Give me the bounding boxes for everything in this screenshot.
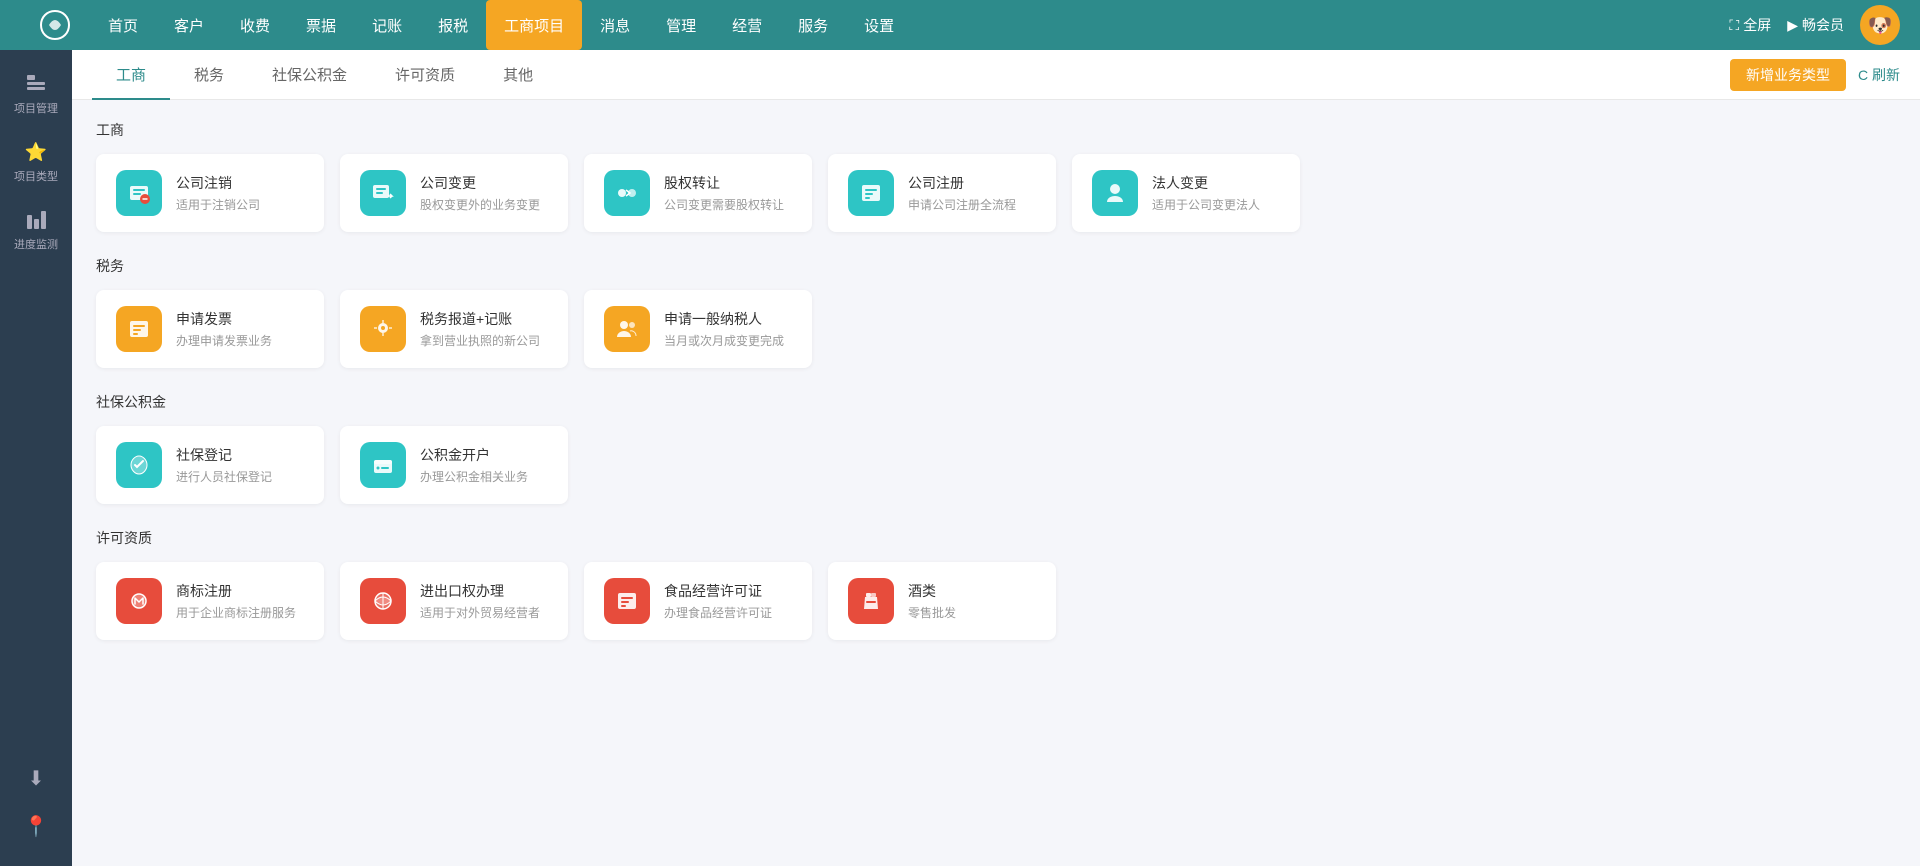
general-taxpayer-text: 申请一般纳税人 当月或次月成变更完成 bbox=[664, 309, 792, 350]
social-register-icon bbox=[116, 442, 162, 488]
section-title-social: 社保公积金 bbox=[96, 392, 1896, 412]
company-change-text: 公司变更 股权变更外的业务变更 bbox=[420, 173, 548, 214]
tab-bar: 工商 税务 社保公积金 许可资质 其他 新增业务类型 C 刷新 bbox=[72, 50, 1920, 100]
card-general-taxpayer[interactable]: 申请一般纳税人 当月或次月成变更完成 bbox=[584, 290, 812, 368]
nav-invoice[interactable]: 票据 bbox=[288, 0, 354, 50]
nav-service[interactable]: 服务 bbox=[780, 0, 846, 50]
card-fund-account[interactable]: 公积金开户 办理公积金相关业务 bbox=[340, 426, 568, 504]
card-company-change[interactable]: 公司变更 股权变更外的业务变更 bbox=[340, 154, 568, 232]
tab-actions: 新增业务类型 C 刷新 bbox=[1730, 59, 1900, 91]
card-social-register[interactable]: 社保登记 进行人员社保登记 bbox=[96, 426, 324, 504]
download-icon[interactable]: ⬇ bbox=[16, 758, 56, 798]
project-manage-icon bbox=[24, 72, 48, 96]
tab-social-insurance[interactable]: 社保公积金 bbox=[248, 50, 371, 100]
business-cards-grid: 公司注销 适用于注销公司 公司变更 bbox=[96, 154, 1896, 232]
food-license-icon bbox=[604, 578, 650, 624]
project-type-icon: ⭐ bbox=[24, 140, 48, 164]
import-export-text: 进出口权办理 适用于对外贸易经营者 bbox=[420, 581, 548, 622]
company-cancel-text: 公司注销 适用于注销公司 bbox=[176, 173, 304, 214]
mascot-avatar[interactable]: 🐶 bbox=[1860, 5, 1900, 45]
nav-tax[interactable]: 报税 bbox=[420, 0, 486, 50]
company-cancel-icon bbox=[116, 170, 162, 216]
location-icon[interactable]: 📍 bbox=[16, 806, 56, 846]
card-tax-report[interactable]: 税务报道+记账 拿到营业执照的新公司 bbox=[340, 290, 568, 368]
nav-message[interactable]: 消息 bbox=[582, 0, 648, 50]
general-taxpayer-icon bbox=[604, 306, 650, 352]
refresh-button[interactable]: C 刷新 bbox=[1858, 65, 1900, 85]
equity-transfer-text: 股权转让 公司变更需要股权转让 bbox=[664, 173, 792, 214]
card-trademark[interactable]: 商标注册 用于企业商标注册服务 bbox=[96, 562, 324, 640]
content-area: 工商 税务 社保公积金 许可资质 其他 新增业务类型 C 刷新 工商 bbox=[72, 50, 1920, 866]
social-cards-grid: 社保登记 进行人员社保登记 公积金开户 bbox=[96, 426, 1896, 504]
card-company-register[interactable]: 公司注册 申请公司注册全流程 bbox=[828, 154, 1056, 232]
sidebar-item-project-type[interactable]: ⭐ 项目类型 bbox=[0, 128, 72, 196]
tab-other[interactable]: 其他 bbox=[479, 50, 557, 100]
nav-business[interactable]: 工商项目 bbox=[486, 0, 582, 50]
tax-report-icon bbox=[360, 306, 406, 352]
tax-cards-grid: 申请发票 办理申请发票业务 税务报道+记账 拿到营业执照的新公 bbox=[96, 290, 1896, 368]
sidebar-item-project-manage[interactable]: 项目管理 bbox=[0, 60, 72, 128]
top-navigation: 首页 客户 收费 票据 记账 报税 工商项目 消息 管理 经营 服务 设置 ⛶ … bbox=[0, 0, 1920, 50]
scroll-content: 工商 公司注销 适用于注销公司 bbox=[72, 100, 1920, 866]
card-equity-transfer[interactable]: 股权转让 公司变更需要股权转让 bbox=[584, 154, 812, 232]
card-alcohol[interactable]: 酒类 零售批发 bbox=[828, 562, 1056, 640]
apply-invoice-text: 申请发票 办理申请发票业务 bbox=[176, 309, 304, 350]
tab-tax[interactable]: 税务 bbox=[170, 50, 248, 100]
legal-change-text: 法人变更 适用于公司变更法人 bbox=[1152, 173, 1280, 214]
food-license-text: 食品经营许可证 办理食品经营许可证 bbox=[664, 581, 792, 622]
section-title-license: 许可资质 bbox=[96, 528, 1896, 548]
nav-menu: 首页 客户 收费 票据 记账 报税 工商项目 消息 管理 经营 服务 设置 bbox=[90, 0, 1729, 50]
fund-account-text: 公积金开户 办理公积金相关业务 bbox=[420, 445, 548, 486]
card-food-license[interactable]: 食品经营许可证 办理食品经营许可证 bbox=[584, 562, 812, 640]
alcohol-icon bbox=[848, 578, 894, 624]
tab-business[interactable]: 工商 bbox=[92, 50, 170, 100]
progress-icon bbox=[24, 208, 48, 232]
nav-customer[interactable]: 客户 bbox=[156, 0, 222, 50]
member-icon: ▶ bbox=[1787, 17, 1798, 34]
nav-operation[interactable]: 经营 bbox=[714, 0, 780, 50]
new-type-button[interactable]: 新增业务类型 bbox=[1730, 59, 1846, 91]
trademark-text: 商标注册 用于企业商标注册服务 bbox=[176, 581, 304, 622]
card-import-export[interactable]: 进出口权办理 适用于对外贸易经营者 bbox=[340, 562, 568, 640]
legal-change-icon bbox=[1092, 170, 1138, 216]
sidebar-item-progress[interactable]: 进度监测 bbox=[0, 196, 72, 264]
section-title-tax: 税务 bbox=[96, 256, 1896, 276]
nav-manage[interactable]: 管理 bbox=[648, 0, 714, 50]
trademark-icon bbox=[116, 578, 162, 624]
sidebar: 项目管理 ⭐ 项目类型 进度监测 ⬇ 📍 bbox=[0, 50, 72, 866]
nav-billing[interactable]: 收费 bbox=[222, 0, 288, 50]
fullscreen-icon: ⛶ bbox=[1729, 17, 1739, 34]
tax-report-text: 税务报道+记账 拿到营业执照的新公司 bbox=[420, 309, 548, 350]
apply-invoice-icon bbox=[116, 306, 162, 352]
nav-home[interactable]: 首页 bbox=[90, 0, 156, 50]
license-cards-grid: 商标注册 用于企业商标注册服务 进出口权办理 适用于对外贸易经 bbox=[96, 562, 1896, 640]
alcohol-text: 酒类 零售批发 bbox=[908, 581, 1036, 622]
import-export-icon bbox=[360, 578, 406, 624]
member-button[interactable]: ▶ 畅会员 bbox=[1787, 15, 1844, 35]
card-legal-change[interactable]: 法人变更 适用于公司变更法人 bbox=[1072, 154, 1300, 232]
tab-license[interactable]: 许可资质 bbox=[371, 50, 479, 100]
nav-accounting[interactable]: 记账 bbox=[354, 0, 420, 50]
main-layout: 项目管理 ⭐ 项目类型 进度监测 ⬇ 📍 工商 税务 社保公积 bbox=[0, 50, 1920, 866]
section-title-business: 工商 bbox=[96, 120, 1896, 140]
fullscreen-button[interactable]: ⛶ 全屏 bbox=[1729, 15, 1771, 35]
company-register-icon bbox=[848, 170, 894, 216]
equity-transfer-icon bbox=[604, 170, 650, 216]
social-register-text: 社保登记 进行人员社保登记 bbox=[176, 445, 304, 486]
card-company-cancel[interactable]: 公司注销 适用于注销公司 bbox=[96, 154, 324, 232]
company-register-text: 公司注册 申请公司注册全流程 bbox=[908, 173, 1036, 214]
nav-settings[interactable]: 设置 bbox=[846, 0, 912, 50]
logo bbox=[20, 7, 90, 43]
nav-right-area: ⛶ 全屏 ▶ 畅会员 🐶 bbox=[1729, 5, 1900, 45]
card-apply-invoice[interactable]: 申请发票 办理申请发票业务 bbox=[96, 290, 324, 368]
fund-account-icon bbox=[360, 442, 406, 488]
company-change-icon bbox=[360, 170, 406, 216]
sidebar-bottom: ⬇ 📍 bbox=[16, 758, 56, 866]
